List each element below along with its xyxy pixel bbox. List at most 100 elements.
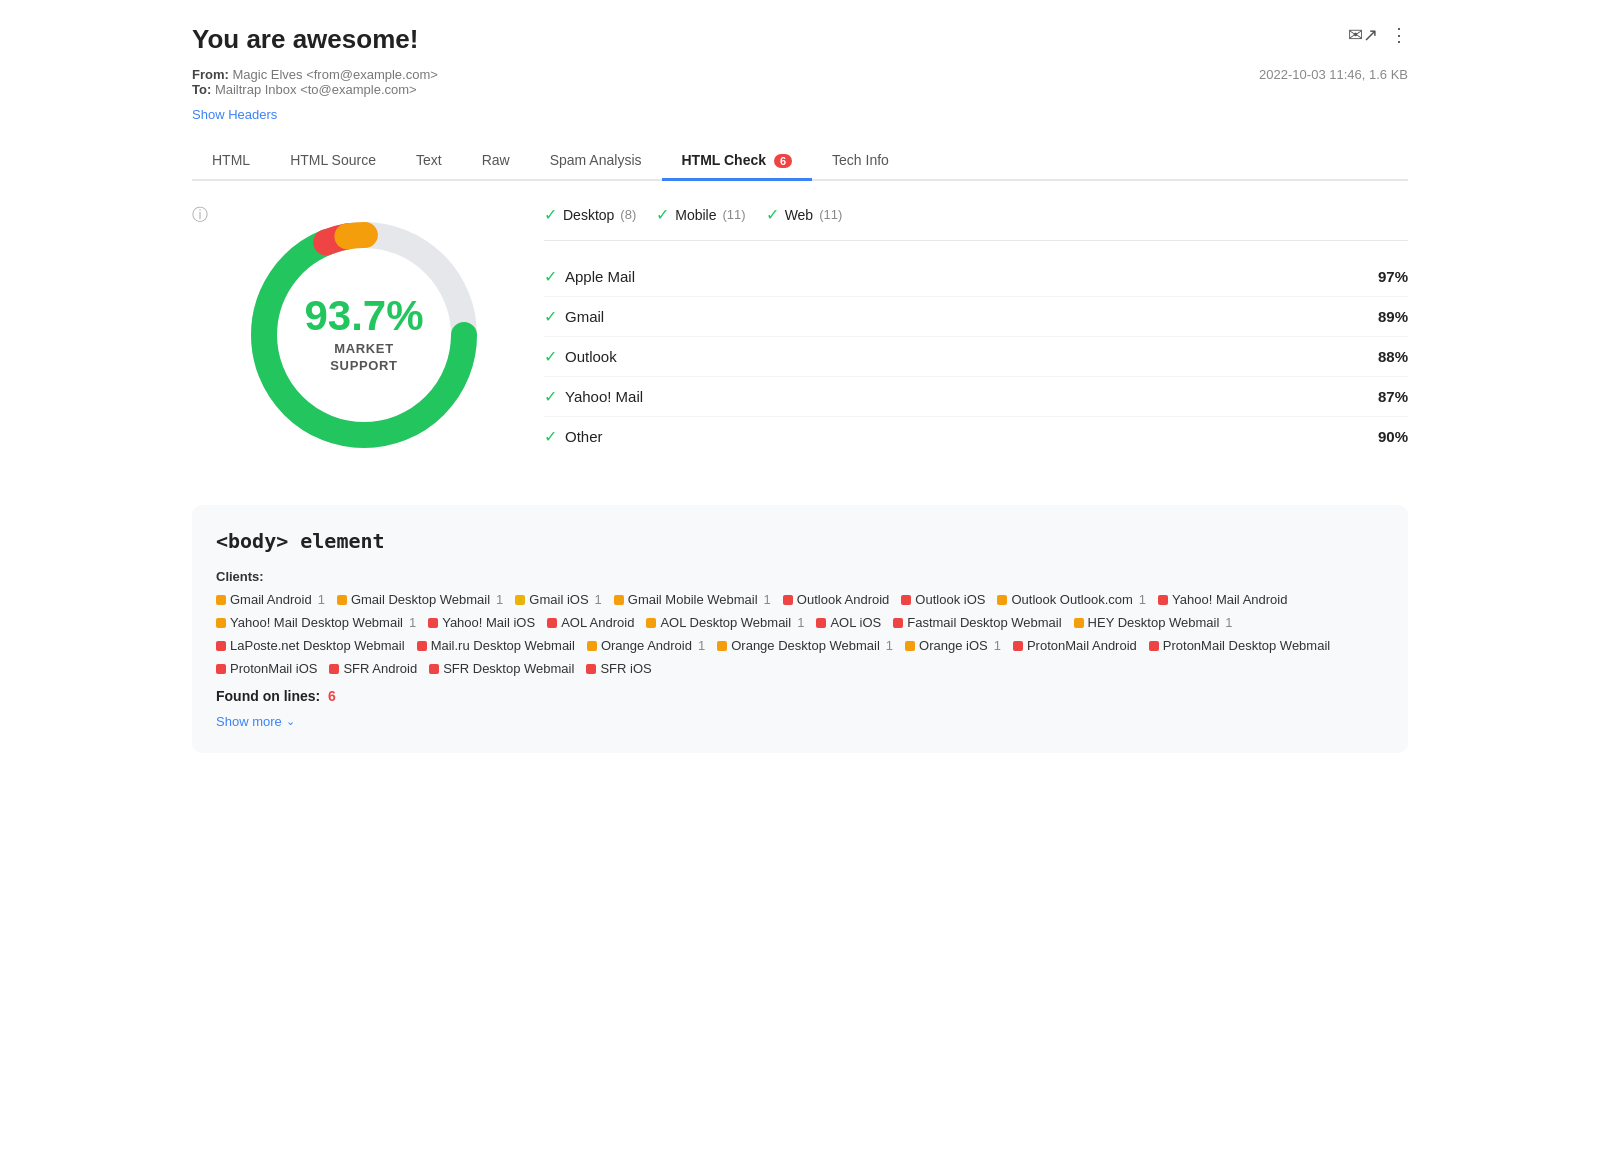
client-tag-name: Outlook iOS [915, 592, 985, 607]
client-tag: Gmail Desktop Webmail1 [337, 592, 503, 607]
client-dot-icon [429, 664, 439, 674]
client-tag-count: 1 [994, 638, 1001, 653]
client-tag-count: 1 [595, 592, 602, 607]
info-icon[interactable]: ⓘ [192, 205, 208, 226]
email-title: You are awesome! [192, 24, 418, 55]
client-tag: Gmail iOS1 [515, 592, 601, 607]
client-tag-count: 1 [496, 592, 503, 607]
client-tag-count: 1 [764, 592, 771, 607]
client-tag: ProtonMail Android [1013, 638, 1137, 653]
client-tag: AOL iOS [816, 615, 881, 630]
client-row: ✓ Gmail 89% [544, 297, 1408, 337]
donut-chart-area: 93.7% MARKETSUPPORT [224, 205, 504, 465]
donut-chart: 93.7% MARKETSUPPORT [234, 205, 494, 465]
client-tag-name: Gmail Mobile Webmail [628, 592, 758, 607]
client-dot-icon [1158, 595, 1168, 605]
client-dot-icon [905, 641, 915, 651]
donut-percent: 93.7% [304, 295, 423, 337]
filter-web[interactable]: ✓ Web (11) [766, 205, 843, 224]
desktop-label: Desktop [563, 207, 614, 223]
clients-tags-container: Clients: Gmail Android1 Gmail Desktop Web… [216, 569, 1384, 676]
client-dot-icon [216, 664, 226, 674]
client-tag: HEY Desktop Webmail1 [1074, 615, 1233, 630]
show-headers-link[interactable]: Show Headers [192, 107, 277, 122]
client-rows: ✓ Apple Mail 97% ✓ Gmail 89% ✓ Outlook 8… [544, 257, 1408, 456]
client-tag-name: SFR Desktop Webmail [443, 661, 574, 676]
client-dot-icon [587, 641, 597, 651]
client-tag: Orange iOS 1 [905, 638, 1001, 653]
to-value: Mailtrap Inbox <to@example.com> [215, 82, 417, 97]
client-tag-name: AOL iOS [830, 615, 881, 630]
desktop-checkbox[interactable]: ✓ [544, 205, 557, 224]
client-tag-name: Mail.ru Desktop Webmail [431, 638, 575, 653]
client-tag: ProtonMail iOS [216, 661, 317, 676]
client-tag: ProtonMail Desktop Webmail [1149, 638, 1330, 653]
to-label: To: [192, 82, 211, 97]
found-lines: Found on lines: 6 [216, 688, 1384, 704]
tab-spam[interactable]: Spam Analysis [530, 142, 662, 181]
client-tag-name: SFR iOS [600, 661, 651, 676]
client-tag-name: LaPoste.net Desktop Webmail [230, 638, 405, 653]
client-tag: Gmail Android1 [216, 592, 325, 607]
client-dot-icon [428, 618, 438, 628]
client-dot-icon [901, 595, 911, 605]
client-pct: 89% [1378, 308, 1408, 325]
client-tag: LaPoste.net Desktop Webmail [216, 638, 405, 653]
client-dot-icon [1149, 641, 1159, 651]
client-dot-icon [216, 595, 226, 605]
client-dot-icon [586, 664, 596, 674]
client-tag: Outlook iOS [901, 592, 985, 607]
more-options-icon[interactable]: ⋮ [1390, 24, 1408, 46]
client-tag: SFR iOS [586, 661, 651, 676]
tab-text[interactable]: Text [396, 142, 462, 181]
client-dot-icon [997, 595, 1007, 605]
client-name: Apple Mail [565, 268, 635, 285]
email-meta-right: 2022-10-03 11:46, 1.6 KB [1259, 67, 1408, 82]
client-check-icon: ✓ [544, 427, 557, 446]
tab-html[interactable]: HTML [192, 142, 270, 181]
client-dot-icon [646, 618, 656, 628]
client-tag: Outlook Outlook.com1 [997, 592, 1146, 607]
tab-html-source[interactable]: HTML Source [270, 142, 396, 181]
tab-tech-info[interactable]: Tech Info [812, 142, 909, 181]
client-tag-name: Yahoo! Mail Android [1172, 592, 1287, 607]
body-element-section: <body> element Clients: Gmail Android1 Gm… [192, 505, 1408, 753]
web-checkbox[interactable]: ✓ [766, 205, 779, 224]
right-panel: ✓ Desktop (8) ✓ Mobile (11) ✓ Web (11) [544, 205, 1408, 456]
client-tag: Yahoo! Mail iOS [428, 615, 535, 630]
client-tag-name: Orange iOS [919, 638, 988, 653]
client-tag-name: AOL Android [561, 615, 634, 630]
tab-html-check[interactable]: HTML Check 6 [662, 142, 813, 181]
tab-raw[interactable]: Raw [462, 142, 530, 181]
client-dot-icon [816, 618, 826, 628]
client-tag: Orange Desktop Webmail1 [717, 638, 893, 653]
client-tag: Yahoo! Mail Android [1158, 592, 1287, 607]
client-tag-name: AOL Desktop Webmail [660, 615, 791, 630]
client-check-icon: ✓ [544, 347, 557, 366]
client-tag-name: ProtonMail Desktop Webmail [1163, 638, 1330, 653]
client-dot-icon [614, 595, 624, 605]
client-dot-icon [717, 641, 727, 651]
client-row: ✓ Yahoo! Mail 87% [544, 377, 1408, 417]
client-row: ✓ Outlook 88% [544, 337, 1408, 377]
client-tag-count: 1 [318, 592, 325, 607]
client-pct: 88% [1378, 348, 1408, 365]
client-dot-icon [1074, 618, 1084, 628]
filter-desktop[interactable]: ✓ Desktop (8) [544, 205, 636, 224]
filter-mobile[interactable]: ✓ Mobile (11) [656, 205, 745, 224]
client-pct: 97% [1378, 268, 1408, 285]
client-tag-name: Yahoo! Mail iOS [442, 615, 535, 630]
clients-label: Clients: [216, 569, 264, 584]
client-check-icon: ✓ [544, 267, 557, 286]
forward-icon[interactable]: ✉↗ [1348, 24, 1378, 46]
body-element-title: <body> element [216, 529, 1384, 553]
client-dot-icon [417, 641, 427, 651]
client-tag: Yahoo! Mail Desktop Webmail1 [216, 615, 416, 630]
tabs-bar: HTML HTML Source Text Raw Spam Analysis … [192, 142, 1408, 181]
client-row: ✓ Apple Mail 97% [544, 257, 1408, 297]
client-check-icon: ✓ [544, 387, 557, 406]
from-label: From: [192, 67, 229, 82]
mobile-checkbox[interactable]: ✓ [656, 205, 669, 224]
client-tag-count: 1 [409, 615, 416, 630]
show-more-button[interactable]: Show more ⌄ [216, 714, 295, 729]
